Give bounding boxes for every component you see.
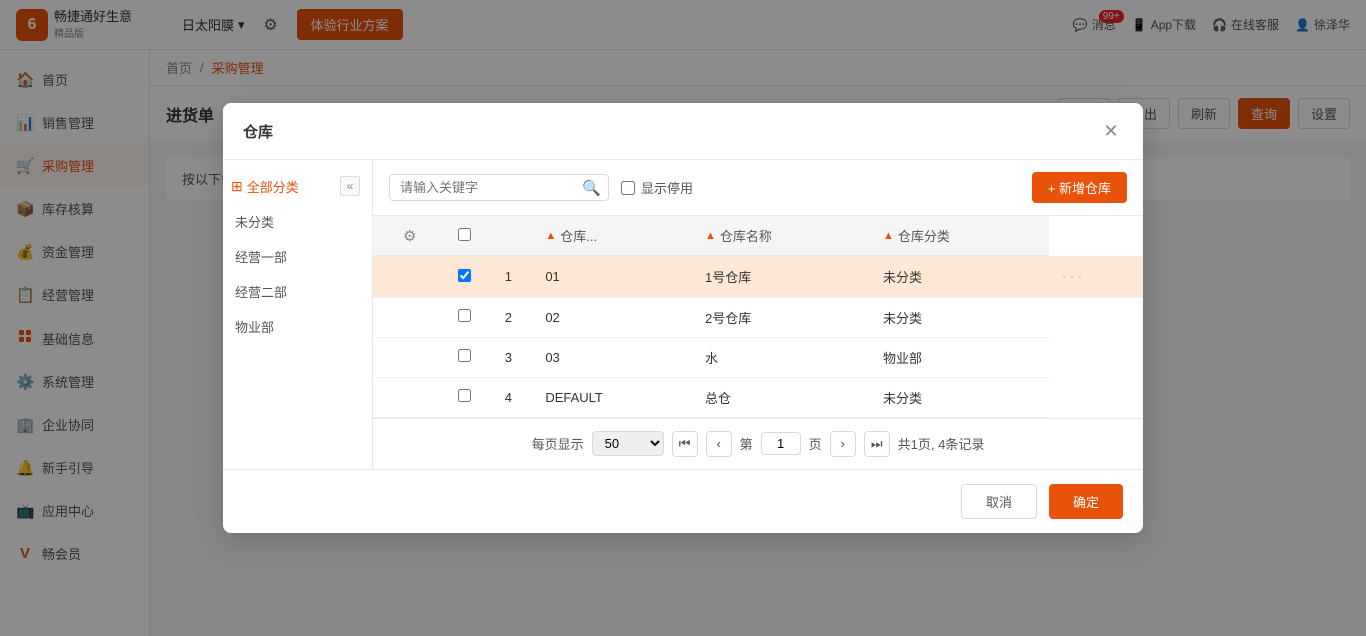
category-item-dept1[interactable]: 经营一部 [223, 239, 372, 274]
row-checkbox-cell [446, 256, 483, 298]
table-header-row: ⚙ ▲ 仓库... [373, 216, 1143, 256]
col-category-header[interactable]: ▲ 仓库分类 [871, 216, 1049, 256]
add-warehouse-button[interactable]: + 新增仓库 [1032, 172, 1127, 203]
sort-icon: ▲ [545, 230, 556, 242]
per-page-label: 每页显示 [532, 434, 584, 453]
row-name-cell: 水 [693, 337, 871, 377]
modal-search-toolbar: 🔍 显示停用 + 新增仓库 [373, 160, 1143, 216]
modal-footer: 取消 确定 [223, 469, 1143, 533]
modal-close-button[interactable]: ✕ [1099, 119, 1123, 143]
next-page-button[interactable]: › [830, 431, 856, 457]
search-wrap: 🔍 [389, 174, 609, 201]
col-name-label: 仓库名称 [720, 226, 772, 245]
col-name-header[interactable]: ▲ 仓库名称 [693, 216, 871, 256]
row-actions-cell[interactable]: ··· [1049, 256, 1143, 298]
col-checkbox-header [446, 216, 483, 256]
row-gear-cell [373, 297, 446, 337]
category-grid-icon: ⊞ [231, 178, 243, 195]
row-num-cell: 2 [483, 297, 533, 337]
col-gear-header: ⚙ [373, 216, 446, 256]
row-code-cell: 01 [533, 256, 693, 298]
all-categories-label: 全部分类 [247, 177, 299, 196]
per-page-select[interactable]: 50 100 [592, 431, 664, 456]
page-suffix: 页 [809, 434, 822, 453]
modal-main-area: 🔍 显示停用 + 新增仓库 ⚙ [373, 160, 1143, 469]
row-num-cell: 1 [483, 256, 533, 298]
search-icon[interactable]: 🔍 [582, 179, 601, 197]
col-sort-label: 仓库... [560, 226, 597, 245]
row-checkbox[interactable] [458, 349, 471, 362]
row-checkbox-cell [446, 337, 483, 377]
row-name-cell: 1号仓库 [693, 256, 871, 298]
warehouse-modal: 仓库 ✕ ⊞ 全部分类 « 未分类 经营一部 经营二部 物业部 [223, 103, 1143, 533]
show-disabled-wrap: 显示停用 [621, 178, 693, 197]
row-name-cell: 总仓 [693, 377, 871, 417]
modal-header: 仓库 ✕ [223, 103, 1143, 160]
page-number-input[interactable] [761, 432, 801, 455]
name-sort-icon: ▲ [705, 230, 716, 242]
col-sort-header[interactable]: ▲ 仓库... [533, 216, 693, 256]
row-gear-cell [373, 337, 446, 377]
table-row[interactable]: 4 DEFAULT 总仓 未分类 [373, 377, 1143, 417]
first-page-button[interactable]: ⏮ [672, 431, 698, 457]
table-row[interactable]: 1 01 1号仓库 未分类 ··· [373, 256, 1143, 298]
all-categories-button[interactable]: ⊞ 全部分类 [231, 177, 299, 196]
table-row[interactable]: 2 02 2号仓库 未分类 [373, 297, 1143, 337]
select-all-checkbox[interactable] [458, 228, 471, 241]
row-gear-cell [373, 377, 446, 417]
modal-category-sidebar: ⊞ 全部分类 « 未分类 经营一部 经营二部 物业部 [223, 160, 373, 469]
row-num-cell: 4 [483, 377, 533, 417]
row-category-cell: 未分类 [871, 377, 1049, 417]
row-category-cell: 未分类 [871, 297, 1049, 337]
row-checkbox-cell [446, 377, 483, 417]
row-code-cell: DEFAULT [533, 377, 693, 417]
modal-title: 仓库 [243, 121, 273, 142]
row-checkbox-cell [446, 297, 483, 337]
collapse-sidebar-button[interactable]: « [340, 176, 360, 196]
modal-overlay: 仓库 ✕ ⊞ 全部分类 « 未分类 经营一部 经营二部 物业部 [0, 0, 1366, 636]
cancel-button[interactable]: 取消 [961, 484, 1037, 519]
table-row[interactable]: 3 03 水 物业部 [373, 337, 1143, 377]
search-input[interactable] [389, 174, 609, 201]
show-disabled-checkbox[interactable] [621, 181, 635, 195]
prev-page-button[interactable]: ‹ [706, 431, 732, 457]
page-label: 第 [740, 434, 753, 453]
row-checkbox[interactable] [458, 389, 471, 402]
row-category-cell: 物业部 [871, 337, 1049, 377]
warehouse-table: ⚙ ▲ 仓库... [373, 216, 1143, 418]
category-header: ⊞ 全部分类 « [223, 168, 372, 204]
category-item-property[interactable]: 物业部 [223, 309, 372, 344]
row-gear-cell [373, 256, 446, 298]
row-category-cell: 未分类 [871, 256, 1049, 298]
row-code-cell: 02 [533, 297, 693, 337]
category-item-dept2[interactable]: 经营二部 [223, 274, 372, 309]
category-item-unclassified[interactable]: 未分类 [223, 204, 372, 239]
row-checkbox[interactable] [458, 269, 471, 282]
confirm-button[interactable]: 确定 [1049, 484, 1123, 519]
total-records-label: 共1页, 4条记录 [898, 434, 985, 453]
warehouse-table-wrap: ⚙ ▲ 仓库... [373, 216, 1143, 418]
pagination: 每页显示 50 100 ⏮ ‹ 第 页 › ⏭ 共1页, 4条记录 [373, 418, 1143, 469]
show-disabled-label: 显示停用 [641, 178, 693, 197]
col-category-label: 仓库分类 [898, 226, 950, 245]
row-code-cell: 03 [533, 337, 693, 377]
col-num-header [483, 216, 533, 256]
cat-sort-icon: ▲ [883, 230, 894, 242]
modal-body: ⊞ 全部分类 « 未分类 经营一部 经营二部 物业部 🔍 [223, 160, 1143, 469]
last-page-button[interactable]: ⏭ [864, 431, 890, 457]
row-checkbox[interactable] [458, 309, 471, 322]
row-name-cell: 2号仓库 [693, 297, 871, 337]
row-num-cell: 3 [483, 337, 533, 377]
